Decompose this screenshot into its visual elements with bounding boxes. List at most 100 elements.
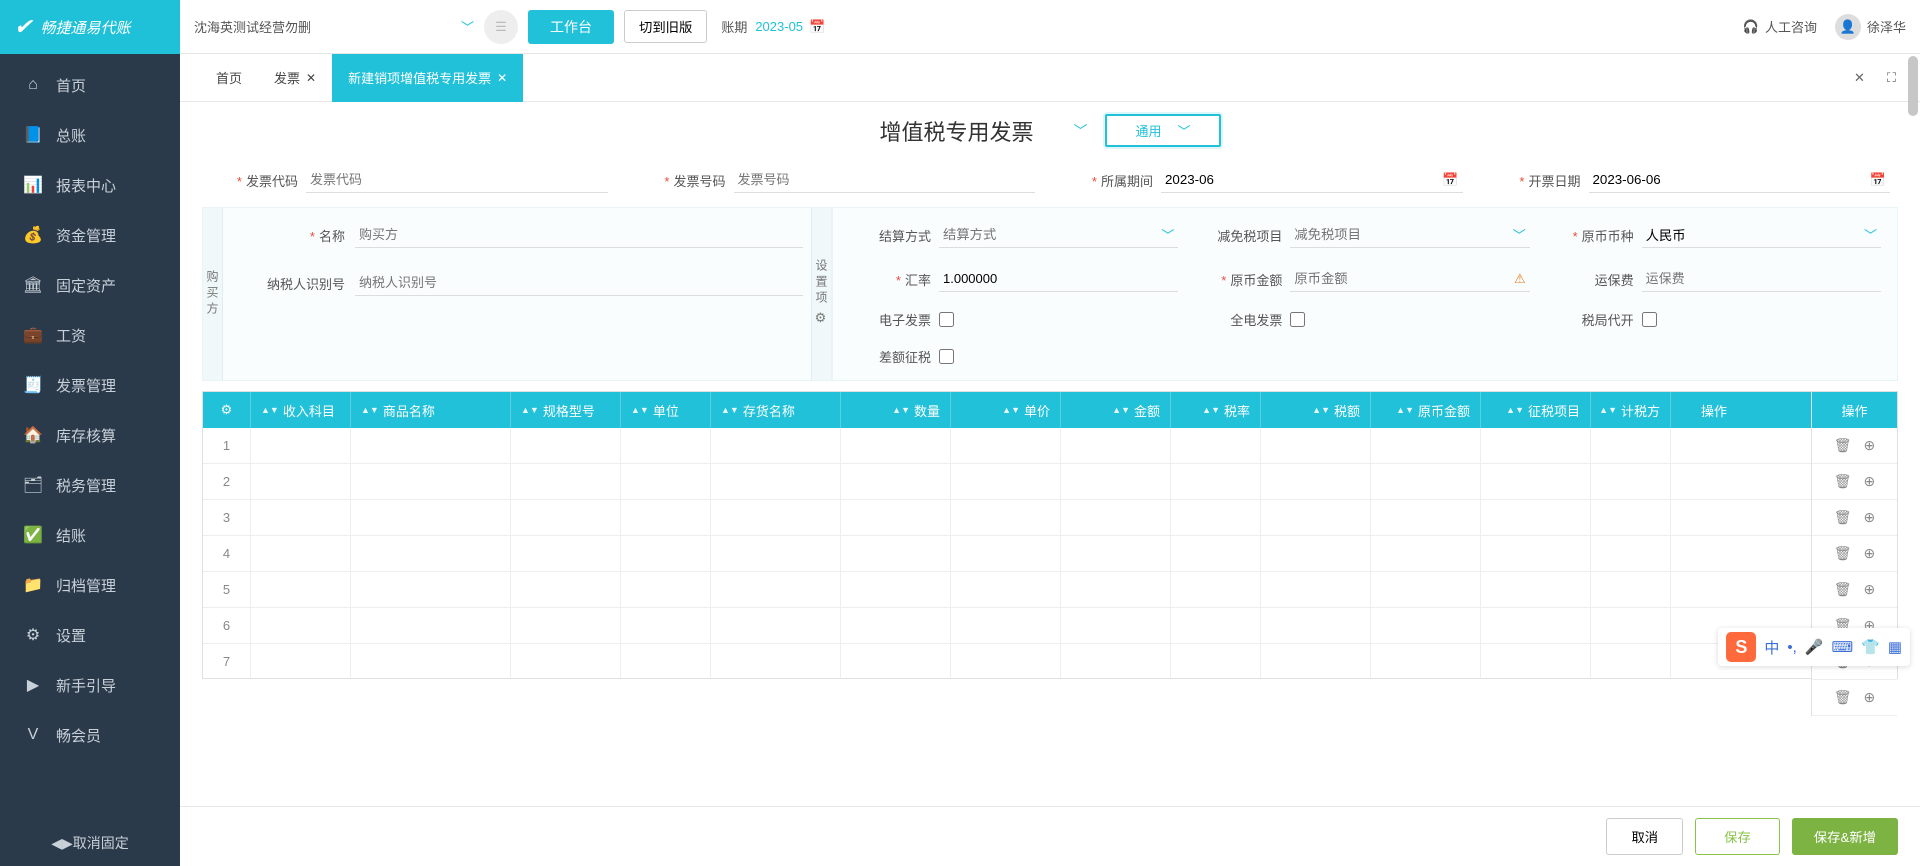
sidebar-item[interactable]: 💰资金管理 (0, 210, 180, 260)
table-row[interactable]: 3 (203, 500, 1897, 536)
table-cell[interactable] (621, 608, 711, 643)
table-cell[interactable] (951, 608, 1061, 643)
table-cell[interactable] (1261, 428, 1371, 463)
table-cell[interactable] (511, 428, 621, 463)
table-cell[interactable] (1481, 536, 1591, 571)
ime-punct-icon[interactable]: •, (1787, 639, 1796, 656)
table-cell[interactable] (1591, 500, 1671, 535)
sidebar-item[interactable]: 📘总账 (0, 110, 180, 160)
period-value[interactable]: 2023-05 (755, 19, 803, 34)
table-cell[interactable] (951, 464, 1061, 499)
tab[interactable]: 发票✕ (258, 54, 332, 102)
table-cell[interactable] (251, 608, 351, 643)
add-row-icon[interactable]: ⊕ (1864, 437, 1876, 454)
scrollbar[interactable] (1908, 56, 1918, 806)
buyer-taxid-input[interactable] (355, 270, 803, 296)
history-icon[interactable]: ☰ (484, 10, 518, 44)
delete-row-icon[interactable]: 🗑 (1834, 581, 1852, 598)
company-select[interactable]: 沈海英测试经营勿删 ﹀ (194, 17, 474, 36)
freight-input[interactable] (1642, 266, 1881, 292)
table-cell[interactable] (1371, 428, 1481, 463)
table-cell[interactable] (1061, 644, 1171, 678)
table-cell[interactable] (1591, 608, 1671, 643)
add-row-icon[interactable]: ⊕ (1864, 689, 1876, 706)
workbench-button[interactable]: 工作台 (528, 10, 614, 44)
delete-row-icon[interactable]: 🗑 (1834, 473, 1852, 490)
scroll-thumb[interactable] (1908, 56, 1918, 116)
table-cell[interactable] (1671, 464, 1757, 499)
add-row-icon[interactable]: ⊕ (1864, 545, 1876, 562)
table-cell[interactable] (351, 464, 511, 499)
table-cell[interactable] (511, 608, 621, 643)
table-cell[interactable] (841, 608, 951, 643)
save-new-button[interactable]: 保存&新增 (1792, 818, 1898, 855)
table-cell[interactable] (351, 536, 511, 571)
table-cell[interactable] (351, 500, 511, 535)
switch-old-button[interactable]: 切到旧版 (624, 10, 707, 43)
table-cell[interactable] (621, 572, 711, 607)
invoice-code-input[interactable] (306, 167, 608, 193)
table-cell[interactable] (621, 536, 711, 571)
sidebar-item[interactable]: 📊报表中心 (0, 160, 180, 210)
consult-link[interactable]: 🎧 人工咨询 (1743, 17, 1817, 36)
table-cell[interactable] (1671, 500, 1757, 535)
table-row[interactable]: 1 (203, 428, 1897, 464)
table-cell[interactable] (351, 428, 511, 463)
table-cell[interactable] (1261, 536, 1371, 571)
table-cell[interactable] (1591, 464, 1671, 499)
chevron-down-icon[interactable]: ﹀ (1157, 225, 1178, 244)
sidebar-item[interactable]: 🏛固定资产 (0, 260, 180, 310)
table-cell[interactable] (951, 644, 1061, 678)
table-cell[interactable] (351, 608, 511, 643)
table-cell[interactable] (1171, 428, 1261, 463)
orig-amount-input[interactable] (1290, 266, 1510, 291)
table-cell[interactable] (1171, 500, 1261, 535)
table-cell[interactable] (1671, 536, 1757, 571)
table-cell[interactable] (1061, 572, 1171, 607)
table-cell[interactable] (511, 464, 621, 499)
table-cell[interactable] (1371, 572, 1481, 607)
einvoice-checkbox[interactable] (939, 312, 954, 327)
tax-open-checkbox[interactable] (1642, 312, 1657, 327)
fullscreen-icon[interactable]: ⛶ (1883, 66, 1900, 90)
sidebar-item[interactable]: ✅结账 (0, 510, 180, 560)
table-cell[interactable] (1171, 572, 1261, 607)
table-cell[interactable] (1261, 500, 1371, 535)
delete-row-icon[interactable]: 🗑 (1834, 437, 1852, 454)
table-cell[interactable] (251, 428, 351, 463)
settle-input[interactable] (939, 222, 1157, 247)
table-cell[interactable] (1061, 536, 1171, 571)
invoice-type-select[interactable]: 增值税专用发票 ﹀ (879, 115, 1087, 147)
table-cell[interactable] (951, 536, 1061, 571)
table-cell[interactable] (1481, 428, 1591, 463)
sidebar-item[interactable]: 💼工资 (0, 310, 180, 360)
table-row[interactable]: 7 (203, 644, 1897, 678)
sidebar-item[interactable]: ▶新手引导 (0, 660, 180, 710)
table-cell[interactable] (511, 572, 621, 607)
warning-icon[interactable]: ⚠ (1510, 271, 1530, 287)
calendar-icon[interactable]: 📅 (1438, 172, 1462, 188)
table-cell[interactable] (511, 536, 621, 571)
table-cell[interactable] (1261, 464, 1371, 499)
table-cell[interactable] (251, 644, 351, 678)
sidebar-item[interactable]: 🧾发票管理 (0, 360, 180, 410)
table-cell[interactable] (951, 500, 1061, 535)
belong-period-input[interactable] (1161, 167, 1438, 192)
table-cell[interactable] (1061, 608, 1171, 643)
table-cell[interactable] (621, 500, 711, 535)
table-cell[interactable] (621, 428, 711, 463)
table-cell[interactable] (1481, 464, 1591, 499)
close-all-icon[interactable]: ✕ (1850, 66, 1869, 90)
full-elec-checkbox[interactable] (1290, 312, 1305, 327)
ime-keyboard-icon[interactable]: ⌨ (1831, 638, 1853, 656)
table-cell[interactable] (1261, 644, 1371, 678)
issue-date-input[interactable] (1589, 167, 1866, 192)
diff-tax-checkbox[interactable] (939, 349, 954, 364)
table-cell[interactable] (251, 500, 351, 535)
settings-panel-tab[interactable]: 设置项 ⚙ (811, 208, 831, 380)
ime-skin-icon[interactable]: 👕 (1861, 638, 1880, 656)
tab[interactable]: 首页 (200, 54, 258, 102)
table-cell[interactable] (621, 644, 711, 678)
reduce-input[interactable] (1290, 222, 1508, 247)
table-cell[interactable] (841, 428, 951, 463)
